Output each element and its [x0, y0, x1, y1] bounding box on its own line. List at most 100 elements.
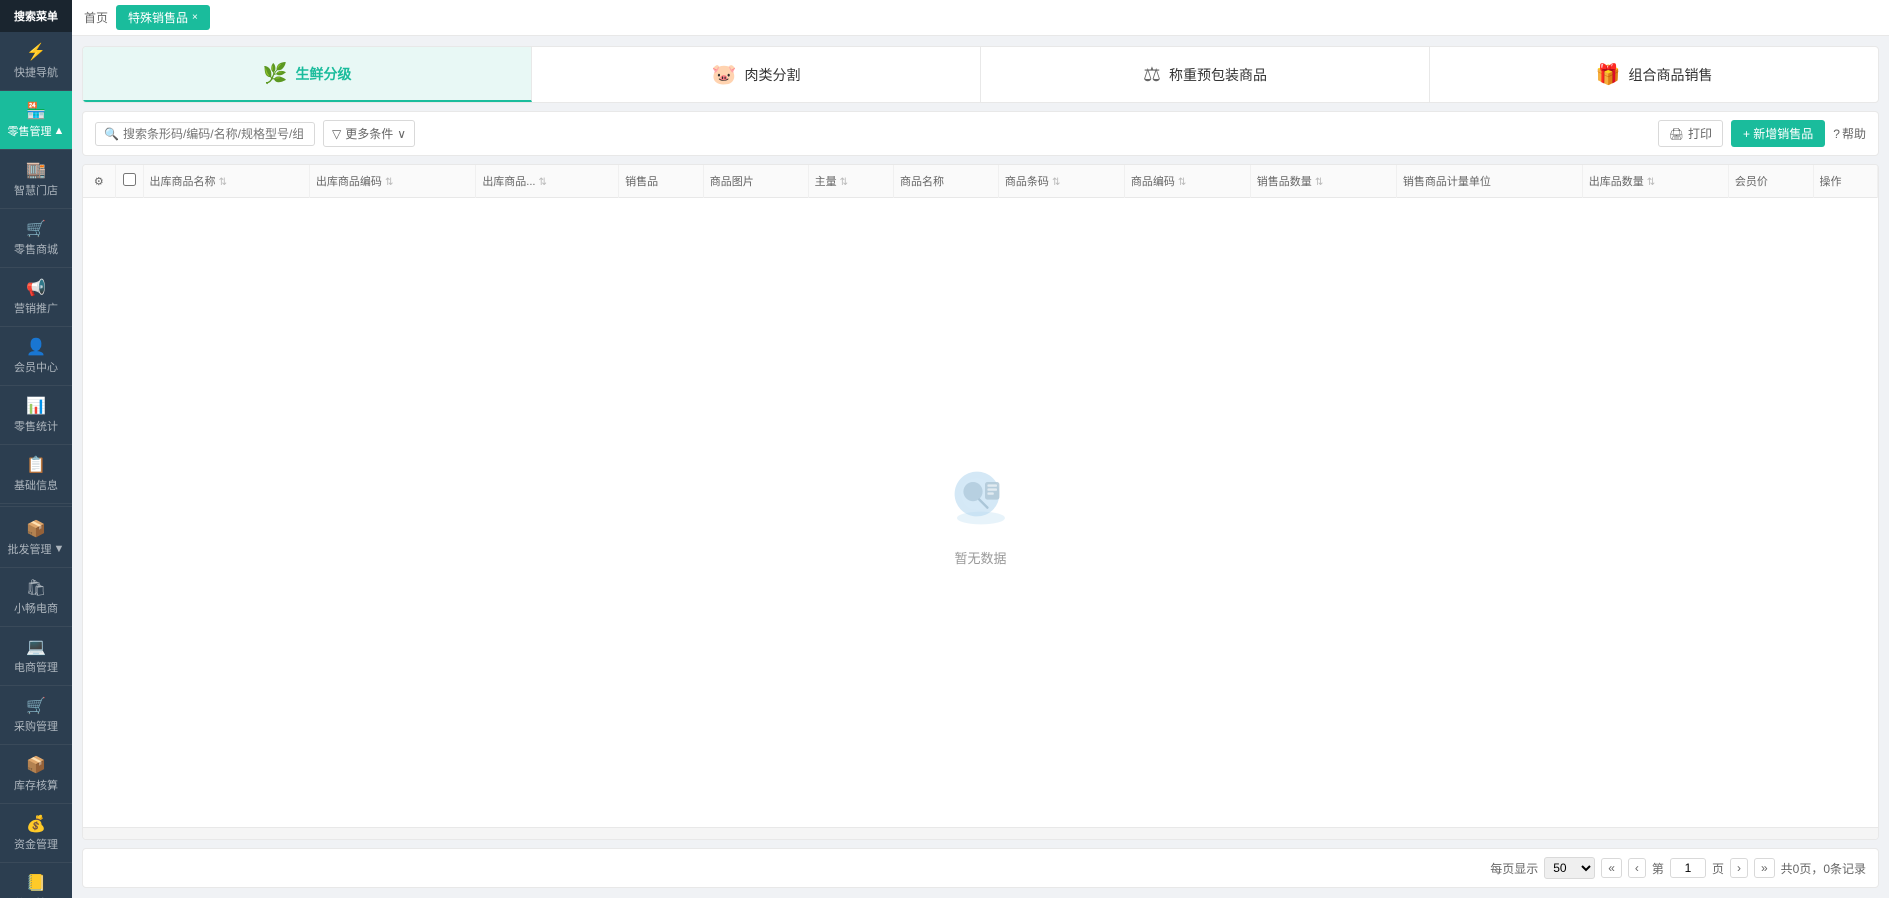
sidebar-item-ecommerce-mgr[interactable]: 💻 电商管理: [0, 627, 72, 686]
horizontal-scrollbar[interactable]: [83, 827, 1878, 839]
search-input[interactable]: [123, 127, 303, 141]
ecommerce-small-icon: 🛍: [4, 578, 68, 598]
sort-icon[interactable]: ⇅: [1647, 177, 1655, 188]
empty-text: 暂无数据: [954, 548, 1006, 567]
cat-tab-label: 组合商品销售: [1628, 65, 1712, 85]
cat-tab-combo[interactable]: 🎁 组合商品销售: [1430, 47, 1878, 102]
page-label: 第: [1652, 860, 1664, 877]
add-label: + 新增销售品: [1743, 125, 1813, 142]
sidebar-item-label: 电商管理: [4, 659, 68, 675]
th-settings[interactable]: ⚙: [83, 165, 115, 198]
retail-icon: 🏪: [4, 101, 68, 121]
inventory-icon: 📦: [4, 755, 68, 775]
combo-icon: 🎁: [1596, 62, 1621, 87]
sidebar-item-finance[interactable]: 💰 资金管理: [0, 804, 72, 863]
fresh-icon: 🌿: [263, 61, 288, 86]
sidebar-item-inventory[interactable]: 📦 库存核算: [0, 745, 72, 804]
filter-label: 更多条件: [345, 125, 393, 142]
wholesale-icon: 📦: [4, 519, 68, 539]
sidebar-item-wholesale[interactable]: 📦 批发管理 ▼: [0, 509, 72, 568]
toolbar-right: 🖨 打印 + 新增销售品 ? 帮助: [1658, 120, 1866, 147]
sidebar-item-retail[interactable]: 🏪 零售管理 ▲: [0, 91, 72, 150]
sort-icon[interactable]: ⇅: [539, 177, 547, 188]
meat-icon: 🐷: [712, 62, 737, 87]
th-out-qty: 出库品数量 ⇅: [1582, 165, 1728, 198]
sidebar-item-member[interactable]: 👤 会员中心: [0, 327, 72, 386]
cat-tab-meat[interactable]: 🐷 肉类分割: [532, 47, 981, 102]
sort-icon[interactable]: ⇅: [1178, 177, 1186, 188]
sidebar-item-quicknav[interactable]: ⚡ 快捷导航: [0, 32, 72, 91]
th-checkbox[interactable]: [115, 165, 143, 198]
sidebar-item-ecommerce-small[interactable]: 🛍 小畅电商: [0, 568, 72, 627]
th-action: 操作: [1813, 165, 1877, 198]
sidebar-separator: [0, 506, 72, 507]
filter-button[interactable]: ▽ 更多条件 ∨: [323, 120, 415, 147]
page-input[interactable]: [1670, 858, 1706, 878]
th-goods-name: 商品名称: [894, 165, 999, 198]
empty-state: 暂无数据: [83, 198, 1878, 827]
sidebar-item-label: 零售统计: [4, 418, 68, 434]
help-icon: ?: [1833, 127, 1840, 141]
cat-tab-fresh[interactable]: 🌿 生鲜分级: [83, 47, 532, 102]
help-button[interactable]: ? 帮助: [1833, 125, 1866, 142]
sort-icon[interactable]: ⇅: [385, 177, 393, 188]
sidebar-item-label: 智慧门店: [4, 182, 68, 198]
help-label: 帮助: [1842, 125, 1866, 142]
search-box[interactable]: 🔍: [95, 122, 315, 146]
print-button[interactable]: 🖨 打印: [1658, 120, 1723, 147]
sidebar-item-shop[interactable]: 🏬 智慧门店: [0, 150, 72, 209]
cat-tab-label: 称重预包装商品: [1169, 65, 1267, 85]
table: ⚙ 出库商品名称 ⇅ 出库商品编码 ⇅: [83, 165, 1878, 198]
th-img: 商品图片: [703, 165, 808, 198]
sort-icon[interactable]: ⇅: [1052, 177, 1060, 188]
sort-icon[interactable]: ⇅: [1315, 177, 1323, 188]
per-page-select[interactable]: 50 10 20 100: [1544, 857, 1595, 879]
member-icon: 👤: [4, 337, 68, 357]
mall-icon: 🛒: [4, 219, 68, 239]
total-label: 共0页，0条记录: [1781, 860, 1866, 877]
print-label: 打印: [1688, 125, 1712, 142]
topbar: 首页 特殊销售品 ×: [72, 0, 1889, 36]
category-tabs: 🌿 生鲜分级 🐷 肉类分割 ⚖ 称重预包装商品 🎁 组合商品销售: [82, 46, 1879, 103]
sidebar-item-label: 零售商城: [4, 241, 68, 257]
sidebar-item-purchase[interactable]: 🛒 采购管理: [0, 686, 72, 745]
sort-icon[interactable]: ⇅: [219, 177, 227, 188]
page-end-label: 页: [1712, 860, 1724, 877]
sidebar-item-label: 快捷导航: [4, 64, 68, 80]
th-sale-unit: 销售商品计量单位: [1396, 165, 1582, 198]
page-last-button[interactable]: »: [1754, 858, 1775, 878]
th-barcode: 商品条码 ⇅: [998, 165, 1124, 198]
select-all-checkbox[interactable]: [123, 173, 136, 186]
sidebar-item-ledger[interactable]: 📒 总账管理: [0, 863, 72, 898]
home-link[interactable]: 首页: [84, 9, 108, 26]
tab-label: 特殊销售品: [128, 9, 188, 26]
sidebar-item-label: 资金管理: [4, 836, 68, 852]
sidebar-item-promotion[interactable]: 📢 营销推广: [0, 268, 72, 327]
chevron-down-icon: ∨: [397, 127, 406, 141]
stats-icon: 📊: [4, 396, 68, 416]
th-goods-code: 商品编码 ⇅: [1124, 165, 1250, 198]
sort-icon[interactable]: ⇅: [840, 177, 848, 188]
cat-tab-weight[interactable]: ⚖ 称重预包装商品: [981, 47, 1430, 102]
pagination-footer: 每页显示 50 10 20 100 « ‹ 第 页 › » 共0页，0条记录: [82, 848, 1879, 888]
sidebar-item-mall[interactable]: 🛒 零售商城: [0, 209, 72, 268]
th-out-spec: 出库商品... ⇅: [476, 165, 619, 198]
active-tab[interactable]: 特殊销售品 ×: [116, 5, 210, 30]
th-sale-goods: 销售品: [619, 165, 704, 198]
sidebar-item-label: 会员中心: [4, 359, 68, 375]
th-main-weight: 主量 ⇅: [808, 165, 893, 198]
add-button[interactable]: + 新增销售品: [1731, 120, 1825, 147]
sidebar-item-basic[interactable]: 📋 基础信息: [0, 445, 72, 504]
finance-icon: 💰: [4, 814, 68, 834]
app-title: 搜索菜单: [14, 11, 58, 23]
page-next-button[interactable]: ›: [1730, 858, 1748, 878]
pagination: 每页显示 50 10 20 100 « ‹ 第 页 › » 共0页，0条记录: [1490, 857, 1866, 879]
th-out-code: 出库商品编码 ⇅: [309, 165, 475, 198]
page-prev-button[interactable]: ‹: [1628, 858, 1646, 878]
per-page-label: 每页显示: [1490, 860, 1538, 877]
promotion-icon: 📢: [4, 278, 68, 298]
page-first-button[interactable]: «: [1601, 858, 1622, 878]
close-tab-icon[interactable]: ×: [192, 12, 198, 23]
sidebar-item-stats[interactable]: 📊 零售统计: [0, 386, 72, 445]
data-table: ⚙ 出库商品名称 ⇅ 出库商品编码 ⇅: [82, 164, 1879, 840]
